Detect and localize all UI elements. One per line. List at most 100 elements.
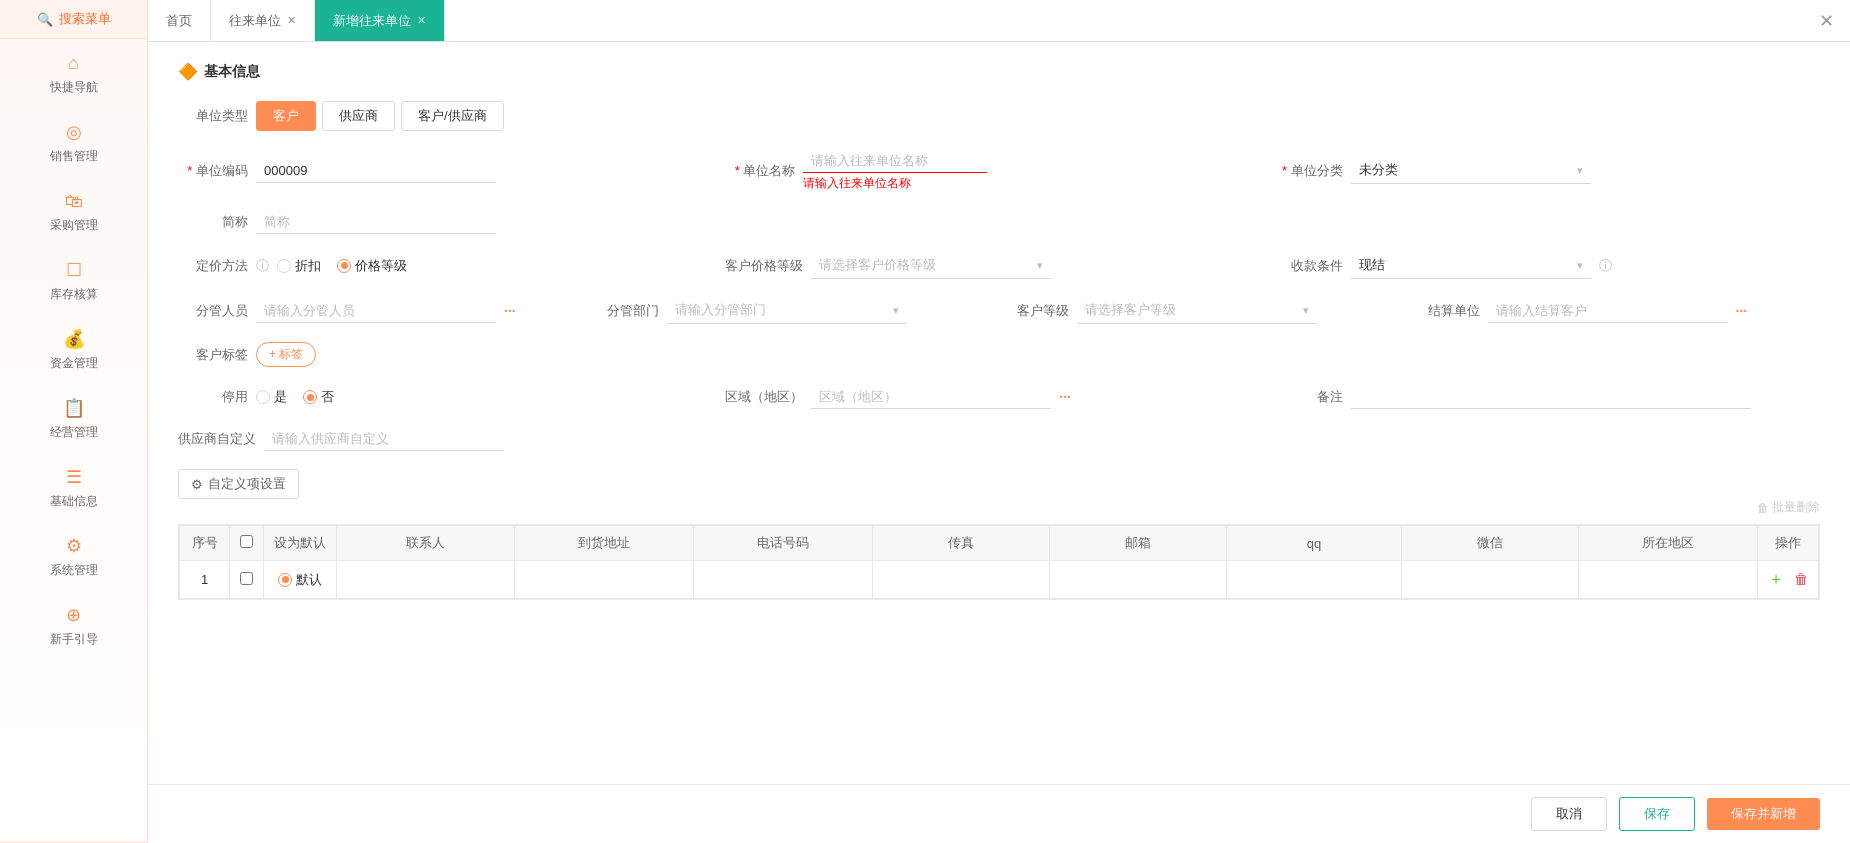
sidebar-search[interactable]: 🔍 搜索菜单 [0,0,147,39]
wechat-input[interactable] [1412,572,1568,587]
unit-name-field: 单位名称 请输入往来单位名称 [725,149,1272,192]
payment-terms-value: 现结 [1359,256,1385,274]
region-input-cell[interactable] [1589,572,1747,587]
supplier-custom-input[interactable] [264,427,504,451]
payment-info-icon[interactable]: ⓘ [1599,257,1612,275]
select-all-checkbox[interactable] [240,535,253,548]
customer-tag-label: 客户标签 [178,346,248,364]
sidebar-item-inventory[interactable]: ☐ 库存核算 [0,246,147,315]
table-actions: 🗑 批量删除 [178,499,1820,516]
operations-icon: 📋 [62,396,86,420]
disabled-yes-option[interactable]: 是 [256,388,287,406]
tab-home[interactable]: 首页 [148,0,211,41]
batch-delete-button[interactable]: 🗑 批量删除 [1757,499,1820,516]
unit-type-btn-customer[interactable]: 客户 [256,101,316,131]
table-header-row: 序号 设为默认 联系人 到货地址 电话号码 传真 邮箱 qq 微信 所在地区 操… [180,526,1819,561]
save-and-new-button[interactable]: 保存并新增 [1707,798,1820,830]
dept-placeholder: 请输入分管部门 [675,301,766,319]
fax-input[interactable] [883,572,1039,587]
disabled-yes-label: 是 [274,388,287,406]
tab-close-contacts[interactable]: ✕ [287,14,296,27]
pricing-level-option[interactable]: 价格等级 [337,257,407,275]
settlement-field: 结算单位 ··· [1410,299,1821,323]
disabled-field: 停用 是 否 [178,388,725,406]
cell-region[interactable] [1579,561,1758,599]
phone-input[interactable] [704,572,862,587]
short-name-input[interactable] [256,210,496,234]
cell-qq[interactable] [1226,561,1402,599]
tab-new-contact[interactable]: 新增往来单位 ✕ [315,0,445,41]
address-input[interactable] [525,572,683,587]
disabled-no-option[interactable]: 否 [303,388,334,406]
tab-label: 新增往来单位 [333,12,411,30]
col-header-phone: 电话号码 [694,526,873,561]
cell-fax[interactable] [873,561,1050,599]
default-radio-item[interactable]: 默认 [274,571,326,589]
cell-wechat[interactable] [1402,561,1579,599]
cell-contact[interactable] [337,561,515,599]
sidebar-item-basic[interactable]: ☰ 基础信息 [0,453,147,522]
manager-field: 分管人员 ··· [178,299,589,323]
sidebar-item-sales[interactable]: ◎ 销售管理 [0,108,147,177]
section-title-basic-info: 🔶 基本信息 [178,62,1820,81]
unit-type-btn-supplier[interactable]: 供应商 [322,101,395,131]
inventory-icon: ☐ [62,258,86,282]
settlement-input[interactable] [1488,299,1728,323]
payment-terms-select[interactable]: 现结 ▾ [1351,252,1591,279]
cancel-button[interactable]: 取消 [1531,797,1607,831]
add-row-button[interactable]: ＋ [1768,570,1784,587]
manager-more-btn[interactable]: ··· [504,303,516,319]
tab-close-new-contact[interactable]: ✕ [417,14,426,27]
tab-contacts[interactable]: 往来单位✕ [211,0,315,41]
unit-name-input[interactable] [803,149,987,173]
pricing-discount-option[interactable]: 折扣 [277,257,321,275]
save-button[interactable]: 保存 [1619,797,1695,831]
sidebar-item-purchase[interactable]: 🛍 采购管理 [0,177,147,246]
cell-address[interactable] [514,561,693,599]
purchase-icon: 🛍 [62,189,86,213]
add-tag-button[interactable]: + 标签 [256,342,316,367]
close-all-tabs-icon[interactable]: ✕ [1803,10,1850,32]
sidebar-item-guide[interactable]: ⊕ 新手引导 [0,591,147,660]
region-input[interactable] [811,385,1051,409]
qq-input[interactable] [1237,572,1392,587]
unit-type-row: 单位类型 客户供应商客户/供应商 [178,101,1820,131]
customer-price-select[interactable]: 请选择客户价格等级 ▾ [811,252,1051,279]
sidebar-item-finance[interactable]: 💰 资金管理 [0,315,147,384]
unit-category-select[interactable]: 未分类 ▾ [1351,157,1591,184]
email-input[interactable] [1060,572,1216,587]
customer-level-select[interactable]: 请选择客户等级 ▾ [1077,297,1317,324]
sidebar-item-quick-nav[interactable]: ⌂ 快捷导航 [0,39,147,108]
tab-label: 首页 [166,12,192,30]
batch-delete-icon: 🗑 [1757,501,1769,515]
cell-phone[interactable] [694,561,873,599]
notes-input[interactable] [1351,385,1751,409]
row-checkbox[interactable] [240,572,253,585]
pricing-info-icon[interactable]: ⓘ [256,257,269,275]
unit-code-input[interactable] [256,159,496,183]
custom-settings-button[interactable]: ⚙ 自定义项设置 [178,469,299,499]
dept-select[interactable]: 请输入分管部门 ▾ [667,297,907,324]
sidebar-item-label: 系统管理 [50,562,98,579]
supplier-custom-row: 供应商自定义 [178,427,1820,451]
sidebar-item-label: 新手引导 [50,631,98,648]
tabs-container: 首页 往来单位✕ 新增往来单位 ✕ [148,0,445,41]
settlement-more-btn[interactable]: ··· [1736,303,1748,319]
tabs-bar: 首页 往来单位✕ 新增往来单位 ✕ ✕ [148,0,1850,42]
cell-default: 默认 [264,561,337,599]
unit-type-btn-both[interactable]: 客户/供应商 [401,101,504,131]
delete-row-button[interactable]: 🗑 [1794,571,1808,587]
sidebar-item-system[interactable]: ⚙ 系统管理 [0,522,147,591]
disabled-label: 停用 [178,388,248,406]
sidebar-item-label: 快捷导航 [50,79,98,96]
region-more-btn[interactable]: ··· [1059,389,1071,405]
customer-price-label: 客户价格等级 [725,257,803,275]
custom-settings-label: 自定义项设置 [208,475,286,493]
col-header-email: 邮箱 [1050,526,1227,561]
contact-input[interactable] [347,572,504,587]
batch-delete-label: 批量删除 [1772,499,1820,516]
cell-email[interactable] [1050,561,1227,599]
sidebar-item-label: 销售管理 [50,148,98,165]
manager-input[interactable] [256,299,496,323]
sidebar-item-operations[interactable]: 📋 经营管理 [0,384,147,453]
